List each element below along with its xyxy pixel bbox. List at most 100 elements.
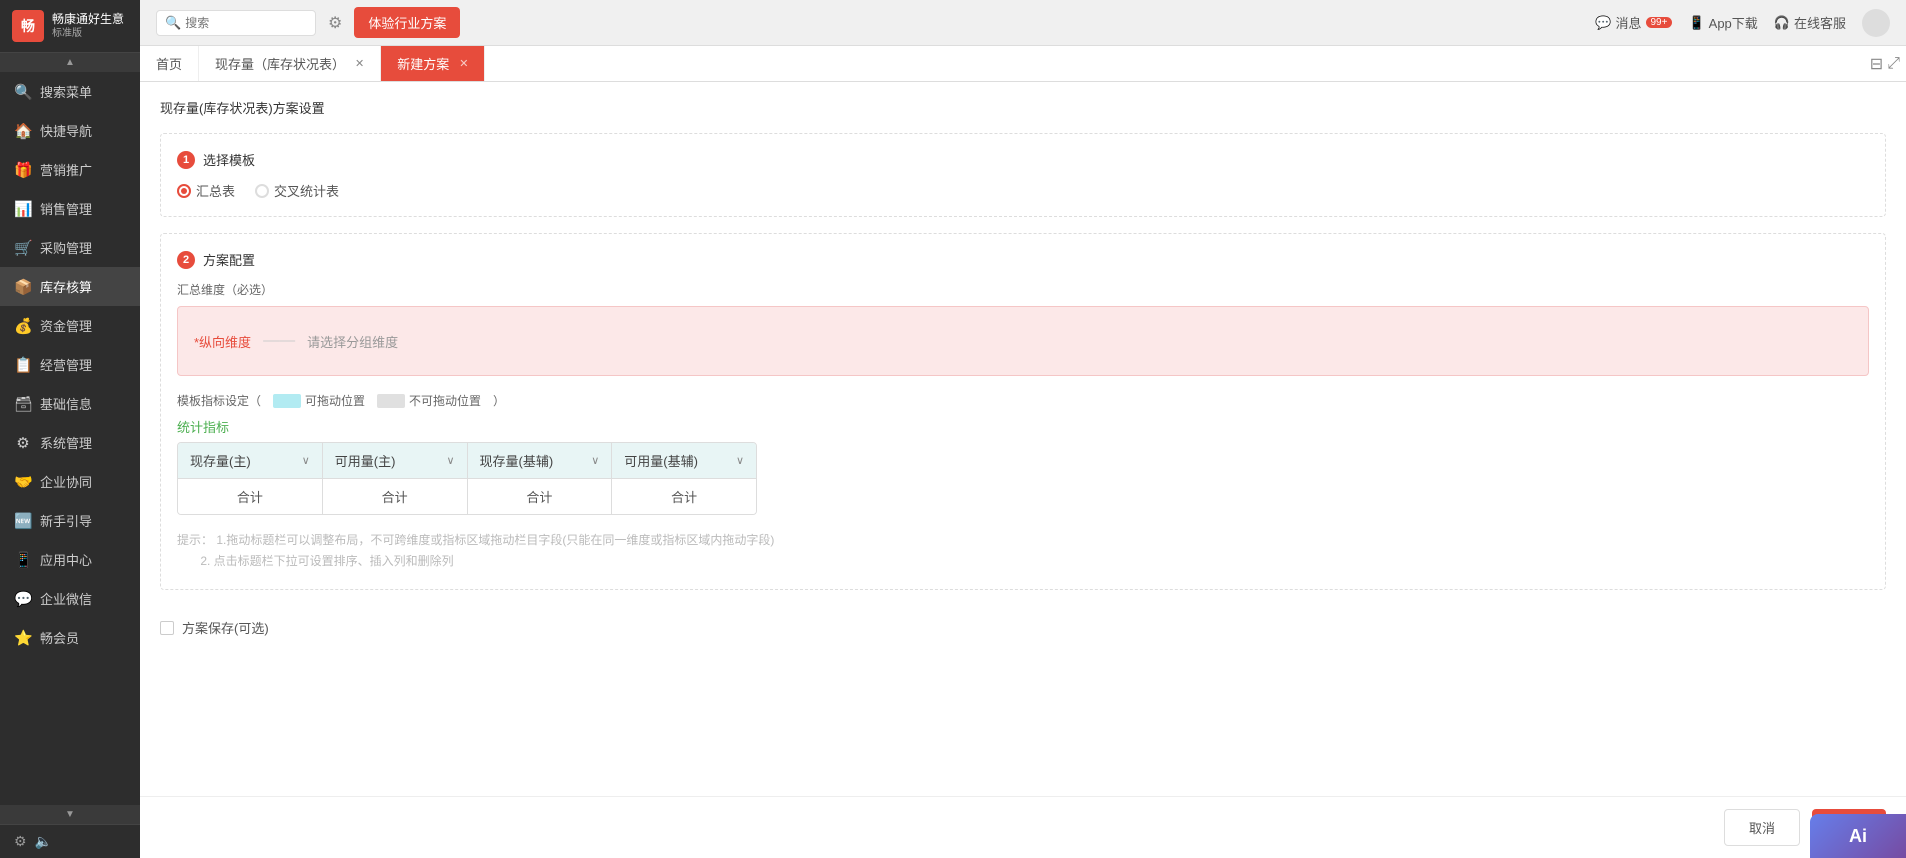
tab-new-plan-label: 新建方案 bbox=[397, 54, 449, 73]
chevron-down-icon-0[interactable]: ∨ bbox=[302, 454, 310, 467]
step1-header: 1 选择模板 bbox=[177, 150, 1869, 169]
tip-line-1: 提示： 1.拖动标题栏可以调整布局，不可跨维度或指标区域拖动栏目字段(只能在同一… bbox=[177, 531, 1869, 548]
save-checkbox[interactable] bbox=[160, 621, 174, 635]
chevron-down-icon-1[interactable]: ∨ bbox=[446, 454, 454, 467]
config-dimension-section: 汇总维度（必选） *纵向维度 —— 请选择分组维度 bbox=[177, 281, 1869, 376]
dimension-area[interactable]: *纵向维度 —— 请选择分组维度 bbox=[177, 306, 1869, 376]
stats-col-2[interactable]: 现存量(基辅) ∨ bbox=[468, 443, 613, 478]
radio-summary-label: 汇总表 bbox=[196, 181, 235, 200]
sidebar-item-label: 企业微信 bbox=[40, 589, 92, 608]
dimension-label: 汇总维度（必选） bbox=[177, 281, 1869, 298]
tab-new-plan[interactable]: 新建方案 ✕ bbox=[381, 46, 485, 81]
cart-icon: 🛒 bbox=[14, 239, 32, 257]
sidebar-item-inventory[interactable]: 📦 库存核算 bbox=[0, 267, 140, 306]
step2-number: 2 bbox=[177, 251, 195, 269]
radio-cross-dot bbox=[255, 184, 269, 198]
draggable-label: 可拖动位置 bbox=[305, 392, 365, 409]
sidebar-item-label: 新手引导 bbox=[40, 511, 92, 530]
stats-cell-3: 合计 bbox=[612, 479, 756, 514]
home-icon: 🏠 bbox=[14, 122, 32, 140]
stats-col-3-label: 可用量(基辅) bbox=[624, 451, 698, 470]
step2-title: 方案配置 bbox=[203, 250, 255, 269]
ai-fab-button[interactable]: Ai bbox=[1810, 814, 1906, 858]
step2-header: 2 方案配置 bbox=[177, 250, 1869, 269]
sidebar-item-purchase[interactable]: 🛒 采购管理 bbox=[0, 228, 140, 267]
stats-col-1[interactable]: 可用量(主) ∨ bbox=[323, 443, 468, 478]
sidebar-scroll-down[interactable]: ▼ bbox=[0, 805, 140, 824]
settings-icon[interactable]: ⚙ bbox=[14, 833, 27, 850]
tab-inventory-status[interactable]: 现存量（库存状况表） ✕ bbox=[199, 46, 381, 81]
stats-col-2-label: 现存量(基辅) bbox=[480, 451, 554, 470]
search-input[interactable] bbox=[185, 16, 305, 30]
audio-icon[interactable]: 🔈 bbox=[35, 833, 52, 850]
indicator-setting-label: 模板指标设定（ bbox=[177, 392, 261, 409]
step2-section: 2 方案配置 汇总维度（必选） *纵向维度 —— 请选择分组维度 模板指标设定（ bbox=[160, 233, 1886, 590]
sidebar-scroll-up[interactable]: ▲ bbox=[0, 53, 140, 72]
tab-new-plan-close[interactable]: ✕ bbox=[459, 57, 468, 70]
sidebar-item-label: 基础信息 bbox=[40, 394, 92, 413]
tab-home[interactable]: 首页 bbox=[140, 46, 199, 81]
sidebar-item-appstore[interactable]: 📱 应用中心 bbox=[0, 540, 140, 579]
cancel-button[interactable]: 取消 bbox=[1724, 809, 1800, 846]
indicator-close-bracket: ） bbox=[493, 392, 505, 409]
search-box[interactable]: 🔍 bbox=[156, 10, 316, 36]
app-icon: 📱 bbox=[1688, 15, 1704, 31]
radio-cross-label: 交叉统计表 bbox=[274, 181, 339, 200]
chart-icon: 📊 bbox=[14, 200, 32, 218]
sidebar-item-newguide[interactable]: 🆕 新手引导 bbox=[0, 501, 140, 540]
expand-icon[interactable]: ⤢ bbox=[1887, 55, 1900, 73]
search-icon: 🔍 bbox=[14, 83, 32, 101]
sidebar-item-operations[interactable]: 📋 经营管理 bbox=[0, 345, 140, 384]
tab-inventory-close[interactable]: ✕ bbox=[355, 57, 364, 70]
stats-col-0-label: 现存量(主) bbox=[190, 451, 251, 470]
footer-bar: 取消 查询 bbox=[140, 796, 1906, 858]
gift-icon: 🎁 bbox=[14, 161, 32, 179]
sidebar-item-label: 营销推广 bbox=[40, 160, 92, 179]
stats-cell-1: 合计 bbox=[323, 479, 468, 514]
chevron-down-icon-2[interactable]: ∨ bbox=[591, 454, 599, 467]
tips-section: 提示： 1.拖动标题栏可以调整布局，不可跨维度或指标区域拖动栏目字段(只能在同一… bbox=[177, 531, 1869, 569]
sidebar-item-member[interactable]: ⭐ 畅会员 bbox=[0, 618, 140, 657]
indicator-draggable-badge: 可拖动位置 bbox=[273, 392, 365, 409]
radio-cross[interactable]: 交叉统计表 bbox=[255, 181, 339, 200]
minimize-icon[interactable]: ⊟ bbox=[1870, 54, 1883, 74]
save-option: 方案保存(可选) bbox=[160, 606, 1886, 649]
sidebar-item-enterprise[interactable]: 🤝 企业协同 bbox=[0, 462, 140, 501]
sidebar-item-search[interactable]: 🔍 搜索菜单 bbox=[0, 72, 140, 111]
chevron-down-icon-3[interactable]: ∨ bbox=[736, 454, 744, 467]
message-item[interactable]: 💬 消息 99+ bbox=[1595, 13, 1672, 32]
sidebar-item-marketing[interactable]: 🎁 营销推广 bbox=[0, 150, 140, 189]
stats-col-3[interactable]: 可用量(基辅) ∨ bbox=[612, 443, 756, 478]
non-draggable-label: 不可拖动位置 bbox=[409, 392, 481, 409]
sidebar-item-label: 经营管理 bbox=[40, 355, 92, 374]
stats-col-0[interactable]: 现存量(主) ∨ bbox=[178, 443, 323, 478]
sidebar: 畅 畅康通好生意 标准版 ▲ 🔍 搜索菜单 🏠 快捷导航 🎁 营销推广 📊 销售… bbox=[0, 0, 140, 858]
stats-label: 统计指标 bbox=[177, 417, 1869, 436]
radio-summary[interactable]: 汇总表 bbox=[177, 181, 235, 200]
app-download-item[interactable]: 📱 App下载 bbox=[1688, 13, 1757, 32]
tab-collapse-area: ⊟ ⤢ bbox=[1864, 46, 1906, 81]
sidebar-item-sales[interactable]: 📊 销售管理 bbox=[0, 189, 140, 228]
sidebar-item-finance[interactable]: 💰 资金管理 bbox=[0, 306, 140, 345]
stats-table: 现存量(主) ∨ 可用量(主) ∨ 现存量(基辅) ∨ 可用量(基辅) bbox=[177, 442, 757, 515]
indicator-setting: 模板指标设定（ 可拖动位置 不可拖动位置 ） bbox=[177, 392, 1869, 409]
clipboard-icon: 📋 bbox=[14, 356, 32, 374]
sidebar-item-label: 库存核算 bbox=[40, 277, 92, 296]
save-option-label: 方案保存(可选) bbox=[182, 618, 269, 637]
app-logo-icon: 畅 bbox=[12, 10, 44, 42]
sidebar-item-quicknav[interactable]: 🏠 快捷导航 bbox=[0, 111, 140, 150]
sidebar-bottom: ⚙ 🔈 bbox=[0, 824, 140, 858]
wechat-icon: 💬 bbox=[14, 590, 32, 608]
user-avatar[interactable] bbox=[1862, 9, 1890, 37]
dimension-required-text: *纵向维度 bbox=[194, 332, 251, 351]
sidebar-logo: 畅 畅康通好生意 标准版 bbox=[0, 0, 140, 53]
sidebar-item-label: 搜索菜单 bbox=[40, 82, 92, 101]
online-service-item[interactable]: 🎧 在线客服 bbox=[1774, 13, 1846, 32]
sidebar-item-wechat[interactable]: 💬 企业微信 bbox=[0, 579, 140, 618]
sidebar-item-system[interactable]: ⚙ 系统管理 bbox=[0, 423, 140, 462]
sidebar-item-basic[interactable]: 🗃 基础信息 bbox=[0, 384, 140, 423]
trial-btn[interactable]: 体验行业方案 bbox=[354, 7, 460, 38]
topbar: 🔍 ⚙ 体验行业方案 💬 消息 99+ 📱 App下载 🎧 在线客服 bbox=[140, 0, 1906, 46]
stats-col-1-label: 可用量(主) bbox=[335, 451, 396, 470]
gear-button[interactable]: ⚙ bbox=[328, 13, 342, 33]
